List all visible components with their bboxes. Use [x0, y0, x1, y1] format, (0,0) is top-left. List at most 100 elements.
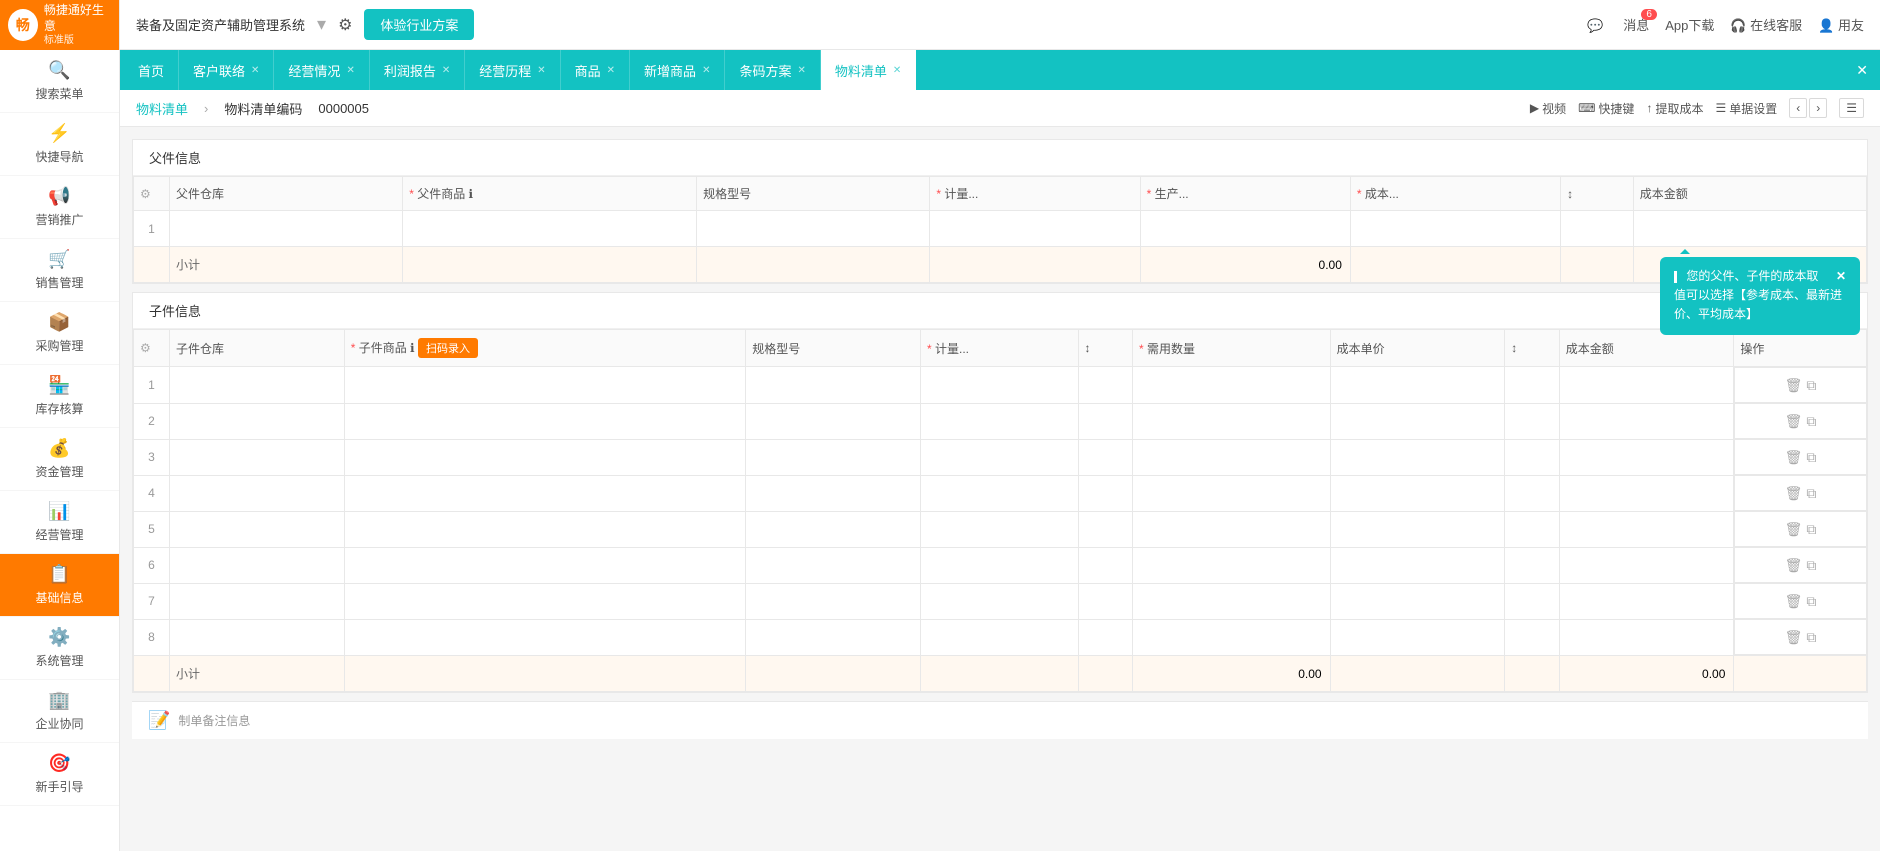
menu-view-btn[interactable]: ☰ — [1839, 98, 1864, 118]
child-goods-1[interactable] — [344, 367, 746, 404]
nav-tab-customer[interactable]: 客户联络✕ — [179, 50, 274, 90]
child-unit-cost-8[interactable] — [1330, 619, 1505, 656]
copy-icon-4[interactable]: ⧉ — [1806, 485, 1816, 502]
parent-cost-cell[interactable] — [1350, 211, 1560, 247]
child-goods-7[interactable] — [344, 583, 746, 619]
shortcut-btn[interactable]: ⌨ 快捷键 — [1578, 100, 1634, 117]
message-btn[interactable]: 💬 6 消息 — [1587, 15, 1649, 34]
child-spec-8[interactable] — [746, 619, 921, 656]
nav-tab-goods[interactable]: 商品✕ — [561, 50, 630, 90]
child-qty-1[interactable] — [1132, 367, 1330, 404]
gear-button[interactable]: ⚙ — [338, 15, 352, 35]
nav-tab-history[interactable]: 经营历程✕ — [465, 50, 560, 90]
child-goods-5[interactable] — [344, 511, 746, 547]
sidebar-item-quick_nav[interactable]: ⚡快捷导航 — [0, 113, 119, 176]
child-goods-2[interactable] — [344, 403, 746, 439]
child-warehouse-4[interactable] — [170, 475, 345, 511]
child-goods-6[interactable] — [344, 547, 746, 583]
child-unit-cost-1[interactable] — [1330, 367, 1505, 404]
child-warehouse-2[interactable] — [170, 403, 345, 439]
parent-produce-cell[interactable] — [1140, 211, 1350, 247]
child-unit-8[interactable] — [921, 619, 1079, 656]
child-unit-3[interactable] — [921, 439, 1079, 475]
child-spec-6[interactable] — [746, 547, 921, 583]
parent-unit-cell[interactable] — [930, 211, 1140, 247]
copy-icon-3[interactable]: ⧉ — [1806, 449, 1816, 466]
user-avatar[interactable]: 👤 用友 — [1818, 15, 1864, 34]
delete-icon-5[interactable]: 🗑 — [1785, 521, 1803, 538]
single-setting-btn[interactable]: ☰ 单据设置 — [1715, 100, 1777, 117]
prev-page-btn[interactable]: ‹ — [1789, 98, 1807, 118]
nav-tab-home[interactable]: 首页 — [124, 50, 179, 90]
child-qty-6[interactable] — [1132, 547, 1330, 583]
child-goods-8[interactable] — [344, 619, 746, 656]
delete-icon-3[interactable]: 🗑 — [1785, 449, 1803, 466]
parent-spec-cell[interactable] — [697, 211, 930, 247]
child-unit-cost-7[interactable] — [1330, 583, 1505, 619]
child-spec-4[interactable] — [746, 475, 921, 511]
child-unit-cost-4[interactable] — [1330, 475, 1505, 511]
child-spec-1[interactable] — [746, 367, 921, 404]
child-unit-7[interactable] — [921, 583, 1079, 619]
child-warehouse-3[interactable] — [170, 439, 345, 475]
child-warehouse-1[interactable] — [170, 367, 345, 404]
tab-close-customer[interactable]: ✕ — [251, 65, 259, 76]
nav-tab-business[interactable]: 经营情况✕ — [274, 50, 369, 90]
tab-close-barcode[interactable]: ✕ — [797, 65, 805, 76]
sidebar-item-purchase[interactable]: 📦采购管理 — [0, 302, 119, 365]
child-qty-3[interactable] — [1132, 439, 1330, 475]
child-qty-4[interactable] — [1132, 475, 1330, 511]
sidebar-item-operations[interactable]: 📊经营管理 — [0, 491, 119, 554]
child-goods-3[interactable] — [344, 439, 746, 475]
next-page-btn[interactable]: › — [1809, 98, 1827, 118]
nav-tab-new_goods[interactable]: 新增商品✕ — [630, 50, 725, 90]
sidebar-item-inventory[interactable]: 🏪库存核算 — [0, 365, 119, 428]
child-unit-cost-5[interactable] — [1330, 511, 1505, 547]
delete-icon-8[interactable]: 🗑 — [1785, 629, 1803, 646]
trial-button[interactable]: 体验行业方案 — [364, 9, 474, 40]
sidebar-item-search[interactable]: 🔍搜索菜单 — [0, 50, 119, 113]
child-qty-7[interactable] — [1132, 583, 1330, 619]
th-child-settings[interactable]: ⚙ — [134, 330, 170, 367]
delete-icon-4[interactable]: 🗑 — [1785, 485, 1803, 502]
tab-close-business[interactable]: ✕ — [346, 65, 354, 76]
close-all-tabs-btn[interactable]: ✕ — [1848, 62, 1876, 79]
tab-close-bom[interactable]: ✕ — [893, 65, 901, 76]
extract-cost-btn[interactable]: ↑ 提取成本 — [1646, 100, 1703, 117]
delete-icon-2[interactable]: 🗑 — [1785, 413, 1803, 430]
child-goods-4[interactable] — [344, 475, 746, 511]
copy-icon-6[interactable]: ⧉ — [1806, 557, 1816, 574]
child-unit-4[interactable] — [921, 475, 1079, 511]
dropdown-icon[interactable]: ▾ — [317, 14, 326, 35]
sidebar-item-enterprise[interactable]: 🏢企业协同 — [0, 680, 119, 743]
app-download-btn[interactable]: App下载 — [1665, 15, 1714, 34]
child-qty-2[interactable] — [1132, 403, 1330, 439]
tab-close-history[interactable]: ✕ — [537, 65, 545, 76]
scan-input-btn[interactable]: 扫码录入 — [418, 338, 478, 358]
child-warehouse-7[interactable] — [170, 583, 345, 619]
copy-icon-5[interactable]: ⧉ — [1806, 521, 1816, 538]
child-unit-6[interactable] — [921, 547, 1079, 583]
child-spec-7[interactable] — [746, 583, 921, 619]
copy-icon-2[interactable]: ⧉ — [1806, 413, 1816, 430]
child-unit-cost-6[interactable] — [1330, 547, 1505, 583]
tab-close-profit[interactable]: ✕ — [442, 65, 450, 76]
sidebar-item-system[interactable]: ⚙️系统管理 — [0, 617, 119, 680]
child-qty-5[interactable] — [1132, 511, 1330, 547]
nav-tab-profit[interactable]: 利润报告✕ — [370, 50, 465, 90]
child-unit-5[interactable] — [921, 511, 1079, 547]
tooltip-close-btn[interactable]: ✕ — [1836, 267, 1846, 286]
copy-icon-1[interactable]: ⧉ — [1806, 377, 1816, 394]
child-spec-5[interactable] — [746, 511, 921, 547]
child-warehouse-6[interactable] — [170, 547, 345, 583]
child-unit-cost-2[interactable] — [1330, 403, 1505, 439]
tab-close-goods[interactable]: ✕ — [607, 65, 615, 76]
child-spec-3[interactable] — [746, 439, 921, 475]
child-spec-2[interactable] — [746, 403, 921, 439]
sidebar-item-marketing[interactable]: 📢营销推广 — [0, 176, 119, 239]
sidebar-item-finance[interactable]: 💰资金管理 — [0, 428, 119, 491]
child-unit-cost-3[interactable] — [1330, 439, 1505, 475]
sidebar-item-sales[interactable]: 🛒销售管理 — [0, 239, 119, 302]
child-qty-8[interactable] — [1132, 619, 1330, 656]
nav-tab-barcode[interactable]: 条码方案✕ — [725, 50, 820, 90]
